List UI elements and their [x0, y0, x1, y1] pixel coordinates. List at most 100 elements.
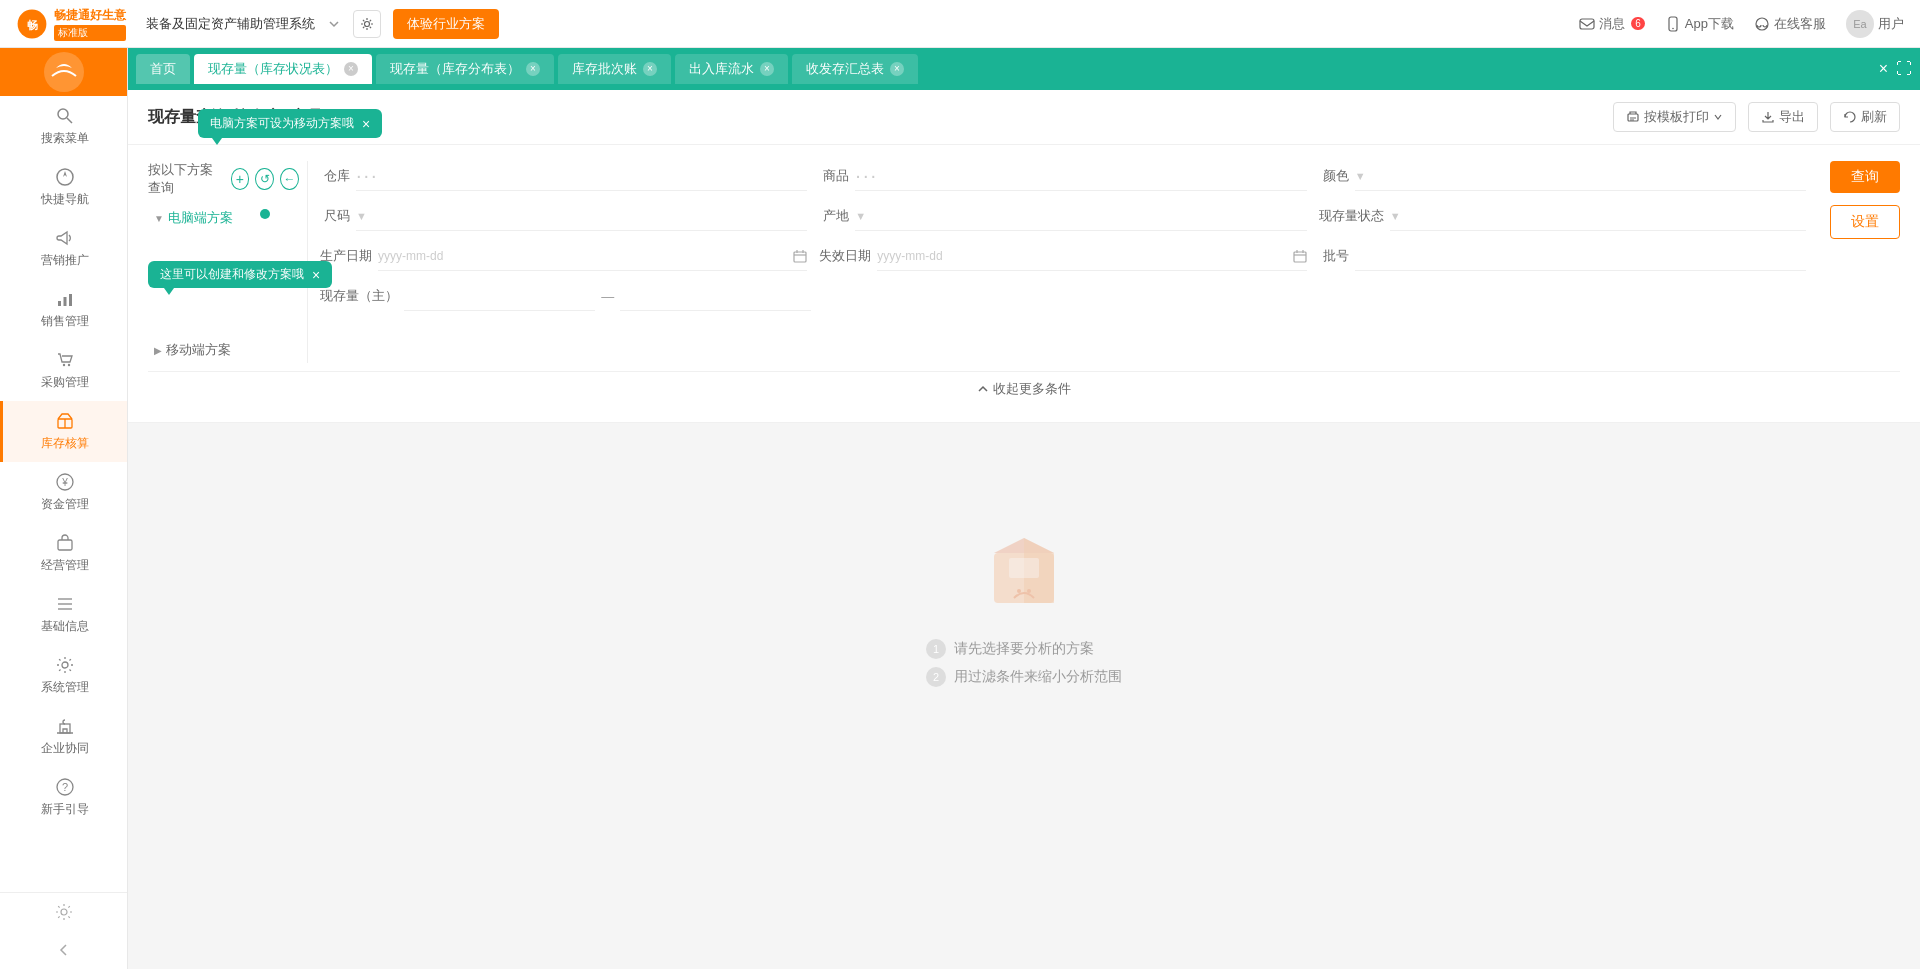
message-item[interactable]: 消息 6	[1579, 15, 1645, 33]
svg-text:¥: ¥	[61, 477, 68, 488]
megaphone-icon	[55, 228, 75, 248]
compass-icon	[55, 167, 75, 187]
filter-field-color: 颜色 ▼	[1319, 161, 1806, 191]
sidebar-item-sales[interactable]: 销售管理	[0, 279, 127, 340]
sidebar-item-marketing[interactable]: 营销推广	[0, 218, 127, 279]
stock-qty-to[interactable]	[620, 281, 811, 311]
filter-field-expire-date: 失效日期 yyyy-mm-dd	[819, 241, 1306, 271]
sidebar-item-system[interactable]: 系统管理	[0, 645, 127, 706]
empty-state: 1 请先选择要分析的方案 2 用过滤条件来缩小分析范围	[128, 423, 1920, 767]
filter-field-prod-date: 生产日期 yyyy-mm-dd	[320, 241, 807, 271]
settings-icon	[55, 655, 75, 675]
filter-field-warehouse: 仓库 ···	[320, 161, 807, 191]
query-btn[interactable]: 查询	[1830, 161, 1900, 193]
filter-arrow-btn[interactable]: ←	[280, 168, 299, 190]
print-template-btn[interactable]: 按模板打印	[1613, 102, 1736, 132]
collapse-bar[interactable]: 收起更多条件	[148, 371, 1900, 406]
refresh-btn[interactable]: 刷新	[1830, 102, 1900, 132]
message-badge: 6	[1631, 17, 1645, 30]
filter-header-label: 按以下方案查询	[148, 161, 225, 197]
tab-close-in-out-flow[interactable]: ×	[760, 62, 774, 76]
main-area: 搜索菜单 快捷导航 营销推广 销售管理 采购管理 库存核算	[0, 48, 1920, 969]
svg-point-29	[61, 909, 67, 915]
tab-collect-summary[interactable]: 收发存汇总表 ×	[792, 54, 918, 84]
tab-close-all-icon[interactable]: ×	[1879, 60, 1888, 78]
filter-area: 按以下方案查询 + ↺ ← 电脑方案可设为移动方案哦 ×	[128, 145, 1920, 423]
filter-refresh-btn[interactable]: ↺	[255, 168, 274, 190]
tab-close-collect-summary[interactable]: ×	[890, 62, 904, 76]
tab-in-out-flow[interactable]: 出入库流水 ×	[675, 54, 788, 84]
app-container: 畅 畅捷通好生意 标准版 装备及固定资产辅助管理系统 体验行业方案 消息 6 A…	[0, 0, 1920, 969]
warehouse-input[interactable]: ···	[356, 161, 807, 191]
chevron-up-icon	[977, 383, 989, 395]
trial-btn[interactable]: 体验行业方案	[393, 9, 499, 39]
sidebar-item-quick-nav[interactable]: 快捷导航	[0, 157, 127, 218]
svg-rect-21	[58, 540, 72, 550]
svg-text:畅: 畅	[27, 18, 38, 30]
search-icon	[55, 106, 75, 126]
filter-add-btn[interactable]: +	[231, 168, 250, 190]
sidebar-item-search-menu[interactable]: 搜索菜单	[0, 96, 127, 157]
money-icon: ¥	[55, 472, 75, 492]
sidebar-collapse-btn[interactable]	[0, 931, 127, 969]
origin-select[interactable]: ▼	[855, 201, 1306, 231]
batch-no-input[interactable]	[1355, 241, 1806, 271]
sidebar-item-guide[interactable]: ? 新手引导	[0, 767, 127, 828]
export-btn[interactable]: 导出	[1748, 102, 1818, 132]
scheme-tooltip-arrow	[164, 288, 174, 295]
sidebar-item-finance[interactable]: ¥ 资金管理	[0, 462, 127, 523]
filter-field-batch-no: 批号	[1319, 241, 1806, 271]
tab-inventory-dist[interactable]: 现存量（库存分布表） ×	[376, 54, 554, 84]
stock-qty-range: —	[404, 281, 811, 311]
tab-home[interactable]: 首页	[136, 54, 190, 84]
svg-point-6	[1756, 18, 1768, 30]
filter-fields: 仓库 ··· 商品 ···	[320, 161, 1806, 321]
tab-close-batch-account[interactable]: ×	[643, 62, 657, 76]
tab-batch-account[interactable]: 库存批次账 ×	[558, 54, 671, 84]
sidebar-settings-btn[interactable]	[0, 893, 127, 931]
export-icon	[1761, 110, 1775, 124]
system-dropdown[interactable]	[327, 17, 341, 31]
tab-close-inventory-status[interactable]: ×	[344, 62, 358, 76]
product-input[interactable]: ···	[855, 161, 1306, 191]
prod-date-input[interactable]: yyyy-mm-dd	[378, 241, 807, 271]
app-download-item[interactable]: App下载	[1665, 15, 1734, 33]
print-icon	[1626, 110, 1640, 124]
tooltip-close-btn[interactable]: ×	[362, 116, 370, 132]
headset-icon	[1754, 16, 1770, 32]
logo-text: 畅捷通好生意 标准版	[54, 7, 126, 41]
chevron-down-print-icon	[1713, 112, 1723, 122]
tab-fullscreen-icon[interactable]: ⛶	[1896, 60, 1912, 78]
expire-date-input[interactable]: yyyy-mm-dd	[877, 241, 1306, 271]
size-select[interactable]: ▼	[356, 201, 807, 231]
sidebar-item-basic-info[interactable]: 基础信息	[0, 584, 127, 645]
top-bar: 畅 畅捷通好生意 标准版 装备及固定资产辅助管理系统 体验行业方案 消息 6 A…	[0, 0, 1920, 48]
user-item[interactable]: Ea 用户	[1846, 10, 1904, 38]
sidebar-item-operations[interactable]: 经营管理	[0, 523, 127, 584]
online-service-item[interactable]: 在线客服	[1754, 15, 1826, 33]
refresh-icon	[1843, 110, 1857, 124]
scheme-pc-item[interactable]: ▼ 电脑端方案	[148, 205, 299, 231]
color-select[interactable]: ▼	[1355, 161, 1806, 191]
chart-bar-icon	[55, 289, 75, 309]
scheme-mobile-item[interactable]: ▶ 移动端方案	[148, 337, 299, 363]
calendar-icon-1	[793, 249, 807, 263]
sidebar-item-inventory[interactable]: 库存核算	[0, 401, 127, 462]
scheme-tooltip-close[interactable]: ×	[312, 267, 320, 283]
set-btn[interactable]: 设置	[1830, 205, 1900, 239]
sidebar-item-enterprise[interactable]: 企业协同	[0, 706, 127, 767]
sidebar-item-purchase[interactable]: 采购管理	[0, 340, 127, 401]
action-buttons: 查询 设置	[1830, 161, 1900, 239]
stock-status-select[interactable]: ▼	[1390, 201, 1806, 231]
svg-point-25	[62, 662, 68, 668]
tab-close-inventory-dist[interactable]: ×	[526, 62, 540, 76]
message-icon	[1579, 16, 1595, 32]
gear-button[interactable]	[353, 10, 381, 38]
svg-line-9	[67, 118, 72, 123]
tooltip-arrow	[212, 138, 222, 145]
sidebar: 搜索菜单 快捷导航 营销推广 销售管理 采购管理 库存核算	[0, 48, 128, 969]
svg-rect-42	[1009, 558, 1039, 578]
tab-inventory-status[interactable]: 现存量（库存状况表） ×	[194, 54, 372, 84]
stock-qty-from[interactable]	[404, 281, 595, 311]
filter-field-stock-status: 现存量状态 ▼	[1319, 201, 1806, 231]
